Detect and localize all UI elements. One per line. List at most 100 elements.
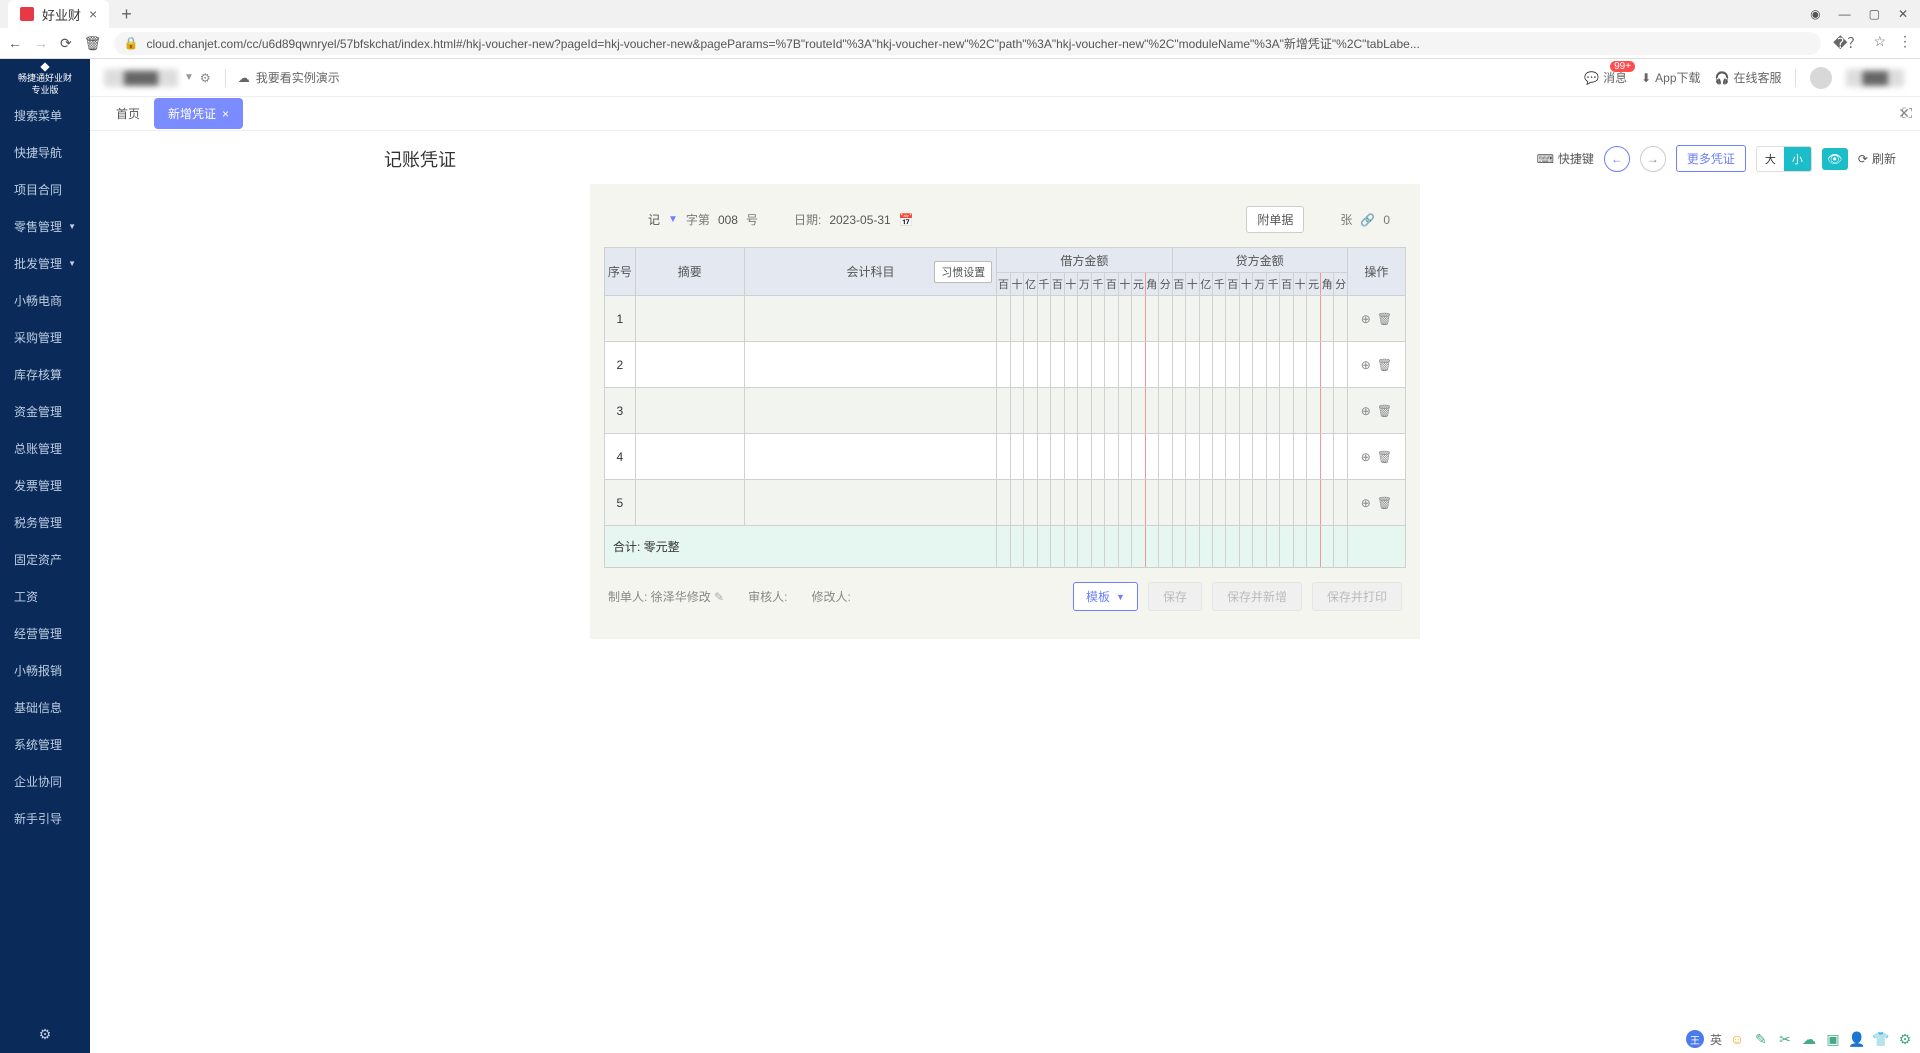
amount-digit-cell[interactable] <box>1024 388 1037 434</box>
tray-person-icon[interactable]: 👤 <box>1848 1030 1866 1048</box>
voucher-date[interactable]: 2023-05-31 <box>829 213 890 227</box>
save-button[interactable]: 保存 <box>1148 582 1202 611</box>
amount-digit-cell[interactable] <box>1320 296 1333 342</box>
amount-digit-cell[interactable] <box>1051 480 1064 526</box>
amount-digit-cell[interactable] <box>1199 388 1212 434</box>
delete-row-icon[interactable]: 🗑 <box>1377 358 1392 372</box>
sidebar-item[interactable]: 项目合同 <box>0 171 90 208</box>
add-row-icon[interactable]: ⊕ <box>1361 404 1371 418</box>
sidebar-item[interactable]: 库存核算 <box>0 356 90 393</box>
amount-digit-cell[interactable] <box>1118 342 1131 388</box>
amount-digit-cell[interactable] <box>997 296 1010 342</box>
amount-digit-cell[interactable] <box>1334 434 1347 480</box>
amount-digit-cell[interactable] <box>1132 526 1145 568</box>
amount-digit-cell[interactable] <box>1037 296 1050 342</box>
amount-digit-cell[interactable] <box>1037 434 1050 480</box>
amount-digit-cell[interactable] <box>1293 526 1306 568</box>
online-service-button[interactable]: 🎧 在线客服 <box>1715 69 1782 86</box>
add-row-icon[interactable]: ⊕ <box>1361 496 1371 510</box>
amount-digit-cell[interactable] <box>1334 526 1347 568</box>
user-name[interactable]: ███ <box>1846 69 1904 87</box>
avatar[interactable] <box>1810 67 1832 89</box>
more-vouchers-button[interactable]: 更多凭证 <box>1676 145 1746 172</box>
amount-digit-cell[interactable] <box>1051 526 1064 568</box>
amount-digit-cell[interactable] <box>1212 342 1225 388</box>
refresh-button[interactable]: ⟳ 刷新 <box>1858 150 1896 167</box>
amount-digit-cell[interactable] <box>1118 296 1131 342</box>
amount-digit-cell[interactable] <box>1280 480 1293 526</box>
amount-digit-cell[interactable] <box>1118 388 1131 434</box>
chevron-down-icon[interactable]: ▼ <box>668 214 678 225</box>
amount-digit-cell[interactable] <box>1159 434 1172 480</box>
amount-digit-cell[interactable] <box>1051 434 1064 480</box>
sidebar-item[interactable]: 发票管理 <box>0 467 90 504</box>
amount-digit-cell[interactable] <box>1199 480 1212 526</box>
message-button[interactable]: 💬 消息 99+ <box>1584 69 1627 86</box>
add-row-icon[interactable]: ⊕ <box>1361 312 1371 326</box>
amount-digit-cell[interactable] <box>1064 342 1077 388</box>
amount-digit-cell[interactable] <box>1226 296 1239 342</box>
amount-digit-cell[interactable] <box>1320 434 1333 480</box>
amount-digit-cell[interactable] <box>997 480 1010 526</box>
shortcut-link[interactable]: ⌨ 快捷键 <box>1537 150 1594 167</box>
subject-cell[interactable] <box>744 388 997 434</box>
delete-row-icon[interactable]: 🗑 <box>1377 404 1392 418</box>
voucher-type[interactable]: 记 <box>648 211 660 228</box>
amount-digit-cell[interactable] <box>1172 480 1185 526</box>
amount-digit-cell[interactable] <box>1051 388 1064 434</box>
edit-icon[interactable]: ✎ <box>714 590 724 604</box>
amount-digit-cell[interactable] <box>1253 526 1266 568</box>
amount-digit-cell[interactable] <box>1334 480 1347 526</box>
amount-digit-cell[interactable] <box>1212 296 1225 342</box>
amount-digit-cell[interactable] <box>1010 480 1023 526</box>
amount-digit-cell[interactable] <box>1307 296 1320 342</box>
close-tab-icon[interactable]: × <box>222 107 229 121</box>
ime-icon[interactable]: 王 <box>1686 1030 1704 1048</box>
amount-digit-cell[interactable] <box>1078 388 1091 434</box>
forward-icon[interactable]: → <box>34 35 48 52</box>
reload-icon[interactable]: ⟳ <box>60 35 72 52</box>
amount-digit-cell[interactable] <box>1239 388 1252 434</box>
save-print-button[interactable]: 保存并打印 <box>1312 582 1402 611</box>
amount-digit-cell[interactable] <box>1105 296 1118 342</box>
sidebar-item[interactable]: 工资 <box>0 578 90 615</box>
amount-digit-cell[interactable] <box>1280 342 1293 388</box>
preview-button[interactable]: 👁 <box>1822 148 1848 170</box>
amount-digit-cell[interactable] <box>1024 480 1037 526</box>
install-app-icon[interactable]: �？ <box>1833 33 1861 53</box>
amount-digit-cell[interactable] <box>1212 434 1225 480</box>
sidebar-item[interactable]: 小畅报销 <box>0 652 90 689</box>
amount-digit-cell[interactable] <box>1239 480 1252 526</box>
account-icon[interactable]: ◉ <box>1810 7 1820 21</box>
amount-digit-cell[interactable] <box>1293 434 1306 480</box>
next-voucher-button[interactable]: → <box>1640 146 1666 172</box>
sidebar-item[interactable]: 快捷导航 <box>0 134 90 171</box>
amount-digit-cell[interactable] <box>1159 296 1172 342</box>
amount-digit-cell[interactable] <box>1307 342 1320 388</box>
amount-digit-cell[interactable] <box>1226 526 1239 568</box>
amount-digit-cell[interactable] <box>1024 434 1037 480</box>
amount-digit-cell[interactable] <box>1307 388 1320 434</box>
amount-digit-cell[interactable] <box>1091 434 1104 480</box>
close-tab-icon[interactable]: × <box>89 6 97 22</box>
amount-digit-cell[interactable] <box>1159 480 1172 526</box>
ime-lang[interactable]: 英 <box>1710 1031 1722 1048</box>
amount-digit-cell[interactable] <box>1132 480 1145 526</box>
amount-digit-cell[interactable] <box>1051 296 1064 342</box>
calendar-icon[interactable]: 📅 <box>899 213 914 227</box>
amount-digit-cell[interactable] <box>1105 480 1118 526</box>
amount-digit-cell[interactable] <box>1064 526 1077 568</box>
amount-digit-cell[interactable] <box>1293 342 1306 388</box>
amount-digit-cell[interactable] <box>1280 434 1293 480</box>
amount-digit-cell[interactable] <box>1266 296 1279 342</box>
amount-digit-cell[interactable] <box>997 388 1010 434</box>
browser-menu-icon[interactable]: ⋮ <box>1898 33 1912 53</box>
tray-scissors-icon[interactable]: ✂ <box>1776 1030 1794 1048</box>
amount-digit-cell[interactable] <box>997 434 1010 480</box>
amount-digit-cell[interactable] <box>1105 342 1118 388</box>
save-add-button[interactable]: 保存并新增 <box>1212 582 1302 611</box>
amount-digit-cell[interactable] <box>1186 342 1199 388</box>
amount-digit-cell[interactable] <box>1159 388 1172 434</box>
amount-digit-cell[interactable] <box>1132 296 1145 342</box>
subject-cell[interactable] <box>744 342 997 388</box>
